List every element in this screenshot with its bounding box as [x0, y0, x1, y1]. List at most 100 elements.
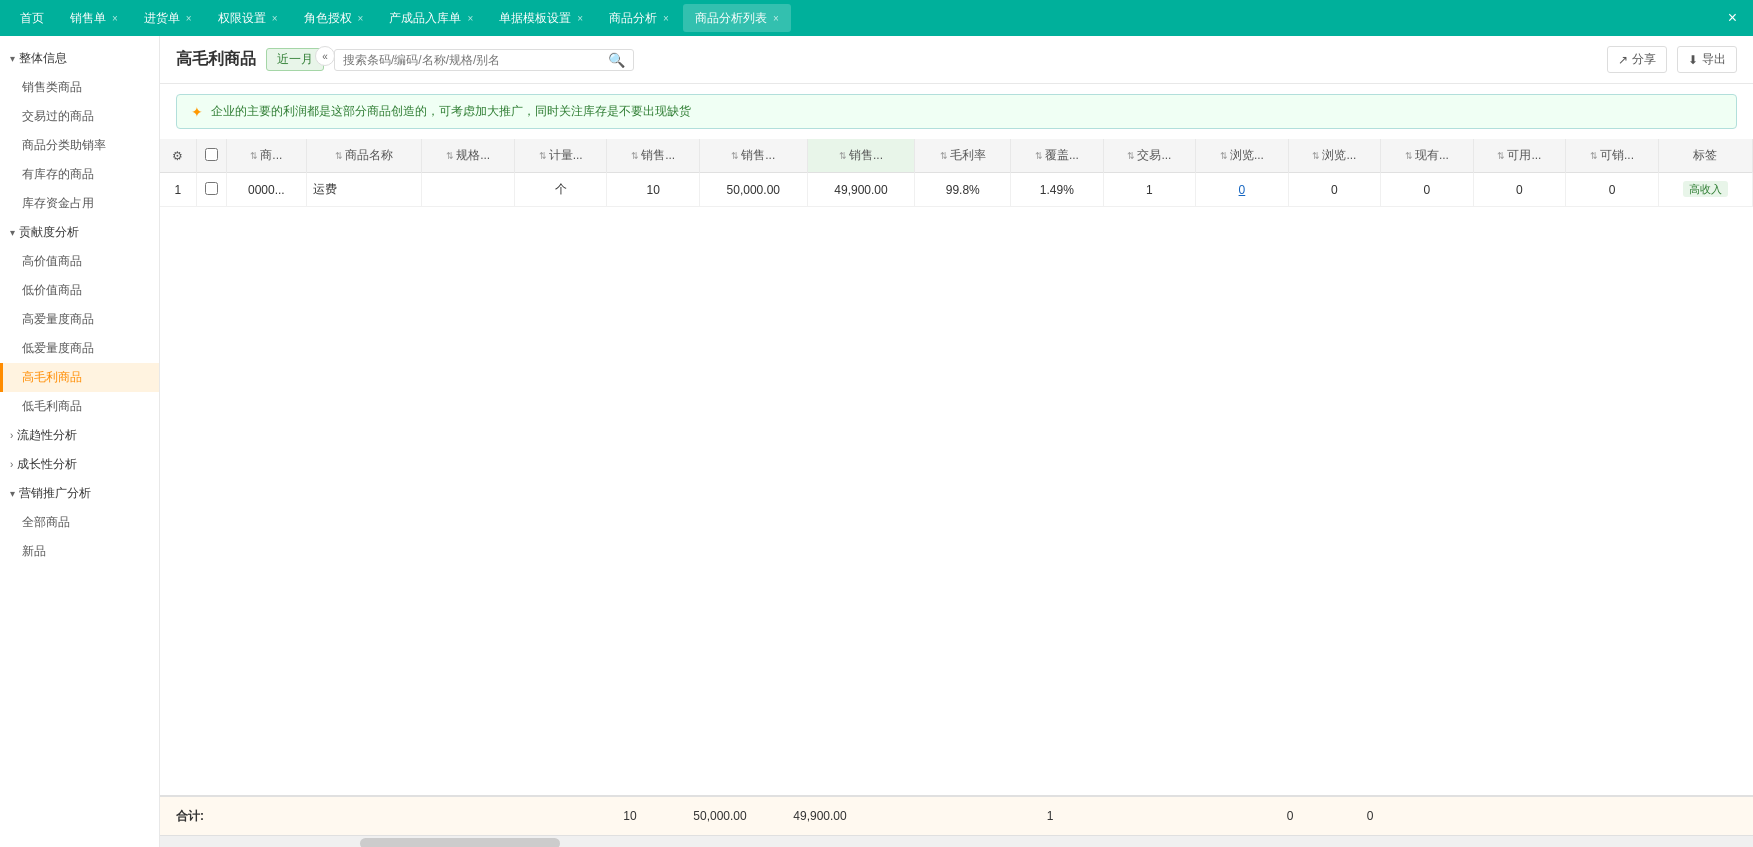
- col-transactions[interactable]: ⇅交易...: [1103, 139, 1196, 173]
- sidebar-item-high-value[interactable]: 高价值商品: [0, 247, 159, 276]
- sidebar-item-in-stock[interactable]: 有库存的商品: [0, 160, 159, 189]
- sidebar-group-overall[interactable]: ▾ 整体信息: [0, 44, 159, 73]
- sidebar-item-high-margin[interactable]: 高毛利商品: [0, 363, 159, 392]
- arrow-icon-5: ▾: [10, 488, 15, 499]
- sidebar-item-all-goods[interactable]: 全部商品: [0, 508, 159, 537]
- nav-close-template[interactable]: ×: [577, 13, 583, 24]
- tag-badge: 高收入: [1683, 181, 1728, 197]
- col-tag[interactable]: 标签: [1658, 139, 1752, 173]
- sidebar-item-new-goods[interactable]: 新品: [0, 537, 159, 566]
- row-sales-amount: 50,000.00: [699, 173, 807, 207]
- nav-item-template[interactable]: 单据模板设置 ×: [487, 4, 595, 32]
- row-unit: 个: [514, 173, 607, 207]
- col-spec[interactable]: ⇅规格...: [422, 139, 515, 173]
- nav-close-sales[interactable]: ×: [112, 13, 118, 24]
- sidebar-item-high-love[interactable]: 高爱量度商品: [0, 305, 159, 334]
- row-code: 0000...: [226, 173, 307, 207]
- footer-sales-qty: 10: [590, 809, 670, 823]
- row-index: 1: [160, 173, 196, 207]
- nav-item-purchase[interactable]: 进货单 ×: [132, 4, 204, 32]
- col-sales-qty[interactable]: ⇅销售...: [607, 139, 700, 173]
- top-nav: 首页 销售单 × 进货单 × 权限设置 × 角色授权 × 产成品入库单 × 单据…: [0, 0, 1753, 36]
- horizontal-scrollbar[interactable]: [160, 835, 1753, 847]
- col-stock-current[interactable]: ⇅现有...: [1381, 139, 1474, 173]
- row-stock-available: 0: [1473, 173, 1566, 207]
- sidebar-collapse-button[interactable]: «: [315, 46, 335, 66]
- browse1-link[interactable]: 0: [1239, 183, 1246, 197]
- footer-transactions: 1: [1010, 809, 1090, 823]
- row-transactions: 1: [1103, 173, 1196, 207]
- row-sales-cost: 49,900.00: [807, 173, 915, 207]
- info-icon: ✦: [191, 104, 203, 120]
- select-all-checkbox[interactable]: [205, 148, 218, 161]
- nav-item-permissions[interactable]: 权限设置 ×: [206, 4, 290, 32]
- nav-close-product-analysis[interactable]: ×: [663, 13, 669, 24]
- row-spec: [422, 173, 515, 207]
- export-button[interactable]: ⬇ 导出: [1677, 46, 1737, 73]
- nav-close-permissions[interactable]: ×: [272, 13, 278, 24]
- col-gross-rate[interactable]: ⇅毛利率: [915, 139, 1011, 173]
- col-unit[interactable]: ⇅计量...: [514, 139, 607, 173]
- col-settings[interactable]: ⚙: [160, 139, 196, 173]
- sidebar: ▾ 整体信息 销售类商品 交易过的商品 商品分类助销率 有库存的商品 库存资金占…: [0, 36, 160, 847]
- search-icon[interactable]: 🔍: [608, 52, 625, 68]
- nav-close-inbound[interactable]: ×: [467, 13, 473, 24]
- nav-item-inbound[interactable]: 产成品入库单 ×: [377, 4, 485, 32]
- col-stock-available[interactable]: ⇅可用...: [1473, 139, 1566, 173]
- sidebar-group-growth[interactable]: › 成长性分析: [0, 450, 159, 479]
- footer-sales-amount: 50,000.00: [670, 809, 770, 823]
- sidebar-item-sales-goods[interactable]: 销售类商品: [0, 73, 159, 102]
- nav-close-roles[interactable]: ×: [358, 13, 364, 24]
- row-browse2: 0: [1288, 173, 1381, 207]
- row-stock-current: 0: [1381, 173, 1474, 207]
- row-coverage: 1.49%: [1011, 173, 1104, 207]
- col-name[interactable]: ⇅商品名称: [307, 139, 422, 173]
- arrow-icon-3: ›: [10, 430, 13, 441]
- window-close-button[interactable]: ×: [1720, 9, 1745, 27]
- col-browse2[interactable]: ⇅浏览...: [1288, 139, 1381, 173]
- row-browse1[interactable]: 0: [1196, 173, 1289, 207]
- footer-sales-cost: 49,900.00: [770, 809, 870, 823]
- nav-close-analysis-list[interactable]: ×: [773, 13, 779, 24]
- sidebar-item-stock-capital[interactable]: 库存资金占用: [0, 189, 159, 218]
- sidebar-item-category-sales-rate[interactable]: 商品分类助销率: [0, 131, 159, 160]
- sidebar-item-traded-goods[interactable]: 交易过的商品: [0, 102, 159, 131]
- footer-stock-available: 0: [1330, 809, 1410, 823]
- nav-item-home[interactable]: 首页: [8, 4, 56, 32]
- info-banner: ✦ 企业的主要的利润都是这部分商品创造的，可考虑加大推广，同时关注库存是不要出现…: [176, 94, 1737, 129]
- arrow-icon-2: ▾: [10, 227, 15, 238]
- col-coverage[interactable]: ⇅覆盖...: [1011, 139, 1104, 173]
- row-stock-sellable: 0: [1566, 173, 1659, 207]
- scrollbar-thumb[interactable]: [360, 838, 560, 847]
- content-area: « 高毛利商品 近一月 🔍 ↗ 分享 ⬇ 导出 ✦ 企业的主要的利润都是这部分商…: [160, 36, 1753, 847]
- export-icon: ⬇: [1688, 53, 1698, 67]
- footer-stock-current: 0: [1250, 809, 1330, 823]
- col-stock-sellable[interactable]: ⇅可销...: [1566, 139, 1659, 173]
- nav-item-roles[interactable]: 角色授权 ×: [292, 4, 376, 32]
- nav-item-product-analysis[interactable]: 商品分析 ×: [597, 4, 681, 32]
- search-input[interactable]: [343, 53, 608, 67]
- table-container: ⚙ ⇅商... ⇅商品名称 ⇅规格... ⇅计量... ⇅销售... ⇅销售..…: [160, 139, 1753, 795]
- content-header: 高毛利商品 近一月 🔍 ↗ 分享 ⬇ 导出: [160, 36, 1753, 84]
- col-browse1[interactable]: ⇅浏览...: [1196, 139, 1289, 173]
- sidebar-group-trend[interactable]: › 流趋性分析: [0, 421, 159, 450]
- nav-close-purchase[interactable]: ×: [186, 13, 192, 24]
- nav-item-sales[interactable]: 销售单 ×: [58, 4, 130, 32]
- sidebar-group-contribution[interactable]: ▾ 贡献度分析: [0, 218, 159, 247]
- footer-totals-row: 合计: 10 50,000.00 49,900.00 1 0 0: [160, 795, 1753, 835]
- nav-item-analysis-list[interactable]: 商品分析列表 ×: [683, 4, 791, 32]
- share-button[interactable]: ↗ 分享: [1607, 46, 1667, 73]
- share-icon: ↗: [1618, 53, 1628, 67]
- sidebar-item-low-margin[interactable]: 低毛利商品: [0, 392, 159, 421]
- row-checkbox[interactable]: [196, 173, 226, 207]
- col-checkbox[interactable]: [196, 139, 226, 173]
- row-select-checkbox[interactable]: [205, 182, 218, 195]
- row-sales-qty: 10: [607, 173, 700, 207]
- sidebar-item-low-value[interactable]: 低价值商品: [0, 276, 159, 305]
- col-sales-cost[interactable]: ⇅销售...: [807, 139, 915, 173]
- main-layout: ▾ 整体信息 销售类商品 交易过的商品 商品分类助销率 有库存的商品 库存资金占…: [0, 36, 1753, 847]
- col-code[interactable]: ⇅商...: [226, 139, 307, 173]
- col-sales-amount[interactable]: ⇅销售...: [699, 139, 807, 173]
- sidebar-item-low-love[interactable]: 低爱量度商品: [0, 334, 159, 363]
- sidebar-group-marketing[interactable]: ▾ 营销推广分析: [0, 479, 159, 508]
